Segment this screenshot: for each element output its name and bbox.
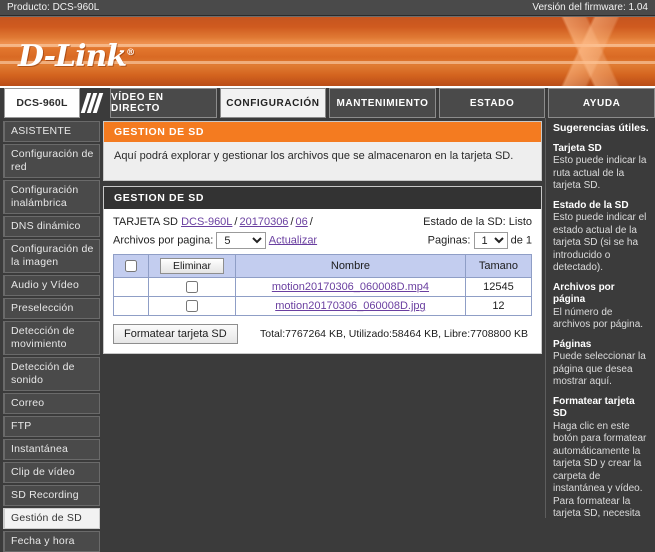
- sidebar-item-instantanea[interactable]: Instantánea: [3, 439, 100, 460]
- table-row: motion20170306_060008D.mp4 12545: [113, 276, 533, 298]
- model-badge: DCS-960L: [4, 88, 80, 118]
- sidebar-item-clip-de-video[interactable]: Clip de vídeo: [3, 462, 100, 483]
- breadcrumb-separator-3: /: [309, 216, 313, 228]
- tab-configuracion[interactable]: CONFIGURACIÓN: [219, 88, 327, 118]
- table-body: motion20170306_060008D.mp4 12545 motion2…: [113, 276, 533, 317]
- page-body: ASISTENTE Configuración de red Configura…: [0, 118, 655, 552]
- help-body-tarjeta-sd: Esto puede indicar la ruta actual de la …: [553, 155, 647, 191]
- select-all-checkbox[interactable]: [125, 260, 137, 273]
- sidebar-item-configuracion-inalambrica[interactable]: Configuración inalámbrica: [3, 180, 100, 214]
- pagination-row: Archivos por pagina: 5 Actualizar Pagina…: [113, 232, 532, 249]
- help-body-paginas: Puede seleccionar la página que desea mo…: [553, 351, 646, 387]
- sd-panel-title: GESTION DE SD: [104, 187, 541, 209]
- row-name-cell: motion20170306_060008D.mp4: [235, 276, 466, 298]
- table-header-row: Eliminar Nombre Tamano: [113, 254, 533, 278]
- sidebar-item-asistente[interactable]: ASISTENTE: [3, 121, 100, 142]
- sidebar-item-sd-recording[interactable]: SD Recording: [3, 485, 100, 506]
- sidebar-item-preseleccion[interactable]: Preselección: [3, 298, 100, 319]
- row-checkbox[interactable]: [186, 300, 198, 313]
- help-heading-tarjeta-sd: Tarjeta SD: [553, 142, 602, 154]
- sd-status-text: Estado de la SD: Listo: [423, 216, 532, 228]
- sidebar-item-deteccion-de-movimiento[interactable]: Detección de movimiento: [3, 321, 100, 355]
- size-header: Tamano: [464, 254, 533, 278]
- file-link[interactable]: motion20170306_060008D.mp4: [272, 281, 429, 293]
- slash-decoration-icon: [77, 88, 107, 118]
- sd-capacity-totals: Total:7767264 KB, Utilizado:58464 KB, Li…: [260, 328, 528, 341]
- row-checkbox-cell: [148, 276, 236, 298]
- tab-video-en-directo[interactable]: VÍDEO EN DIRECTO: [110, 88, 217, 118]
- row-size-cell: 12545: [464, 276, 533, 298]
- breadcrumb-link-hour[interactable]: 06: [296, 216, 308, 228]
- delete-header: Eliminar: [148, 254, 236, 278]
- help-body-estado-de-la-sd: Esto puede indicar el estado actual de l…: [553, 212, 647, 273]
- pages-group: Paginas: 1 de 1: [428, 232, 532, 249]
- sd-footer-row: Formatear tarjeta SD Total:7767264 KB, U…: [113, 324, 532, 345]
- intro-panel: GESTION DE SD Aquí podrá explorar y gest…: [103, 121, 542, 181]
- main-navigation: DCS-960L VÍDEO EN DIRECTO CONFIGURACIÓN …: [0, 88, 655, 118]
- intro-panel-title: GESTION DE SD: [104, 122, 541, 142]
- breadcrumb-separator-2: /: [290, 216, 294, 228]
- sd-management-panel: GESTION DE SD TARJETA SD DCS-960L/201703…: [103, 186, 542, 355]
- app-window: Producto: DCS-960L Versión del firmware:…: [0, 0, 655, 552]
- delete-button[interactable]: Eliminar: [160, 258, 224, 274]
- settings-sidebar: ASISTENTE Configuración de red Configura…: [0, 118, 100, 552]
- help-heading-estado-de-la-sd: Estado de la SD: [553, 199, 629, 211]
- sidebar-item-dns-dinamico[interactable]: DNS dinámico: [3, 216, 100, 237]
- brand-banner: D-Link®: [0, 16, 655, 88]
- breadcrumb-label: TARJETA SD: [113, 216, 178, 228]
- dlink-logo: D-Link®: [18, 39, 135, 74]
- sidebar-item-deteccion-de-sonido[interactable]: Detección de sonido: [3, 357, 100, 391]
- breadcrumb-link-date[interactable]: 20170306: [239, 216, 288, 228]
- banner-swoosh-graphic: [535, 17, 655, 86]
- row-name-cell: motion20170306_060008D.jpg: [235, 296, 466, 317]
- table-header: Eliminar Nombre Tamano: [113, 254, 533, 278]
- intro-panel-description: Aquí podrá explorar y gestionar los arch…: [104, 142, 541, 180]
- tab-estado[interactable]: ESTADO: [438, 88, 546, 118]
- help-body-formatear-tarjeta-sd: Haga clic en este botón para formatear a…: [553, 420, 647, 519]
- sidebar-item-audio-y-video[interactable]: Audio y Vídeo: [3, 275, 100, 296]
- breadcrumb-link-root[interactable]: DCS-960L: [181, 216, 232, 228]
- table-row: motion20170306_060008D.jpg 12: [113, 296, 533, 317]
- file-link[interactable]: motion20170306_060008D.jpg: [275, 300, 425, 312]
- help-heading-paginas: Páginas: [553, 338, 592, 350]
- sidebar-item-configuracion-de-red[interactable]: Configuración de red: [3, 144, 100, 178]
- sd-panel-body: TARJETA SD DCS-960L/20170306/06/ Estado …: [104, 209, 541, 354]
- main-content: GESTION DE SD Aquí podrá explorar y gest…: [100, 118, 545, 518]
- row-spacer-cell: [113, 296, 149, 317]
- page-select[interactable]: 1: [473, 232, 508, 249]
- product-label: Producto: DCS-960L: [7, 2, 100, 13]
- row-checkbox[interactable]: [186, 281, 198, 294]
- row-spacer-cell: [113, 276, 149, 298]
- help-heading-archivos-por-pagina: Archivos por página: [553, 281, 615, 306]
- helpful-hints-panel: Sugerencias útiles. Tarjeta SD Esto pued…: [545, 118, 655, 518]
- files-per-page-select[interactable]: 5: [216, 232, 267, 249]
- sidebar-item-fecha-y-hora[interactable]: Fecha y hora: [3, 531, 100, 552]
- tab-ayuda[interactable]: AYUDA: [548, 88, 655, 118]
- row-checkbox-cell: [148, 296, 236, 317]
- pages-total-suffix: de 1: [510, 234, 532, 247]
- files-per-page-label: Archivos por pagina:: [113, 234, 214, 247]
- select-all-header: [113, 254, 149, 278]
- files-per-page-group: Archivos por pagina: 5 Actualizar: [113, 232, 317, 249]
- name-header: Nombre: [235, 254, 466, 278]
- product-status-bar: Producto: DCS-960L Versión del firmware:…: [0, 0, 655, 16]
- sidebar-item-ftp[interactable]: FTP: [3, 416, 100, 437]
- format-sd-button[interactable]: Formatear tarjeta SD: [113, 324, 238, 345]
- row-size-cell: 12: [464, 296, 533, 317]
- trademark-symbol: ®: [126, 48, 135, 58]
- pages-label: Paginas:: [427, 234, 471, 247]
- sidebar-item-configuracion-de-la-imagen[interactable]: Configuración de la imagen: [3, 239, 100, 273]
- firmware-version-label: Versión del firmware: 1.04: [532, 2, 648, 13]
- help-body-archivos-por-pagina: El número de archivos por página.: [553, 306, 644, 331]
- breadcrumb: TARJETA SD DCS-960L/20170306/06/: [113, 216, 315, 228]
- help-panel-title: Sugerencias útiles.: [553, 122, 649, 134]
- sidebar-item-correo[interactable]: Correo: [3, 393, 100, 414]
- help-heading-formatear-tarjeta-sd: Formatear tarjeta SD: [553, 395, 635, 420]
- logo-text: D-Link: [18, 39, 127, 74]
- sd-file-table: Eliminar Nombre Tamano motion20170306_06…: [113, 254, 533, 317]
- refresh-link[interactable]: Actualizar: [269, 234, 317, 246]
- breadcrumb-row: TARJETA SD DCS-960L/20170306/06/ Estado …: [113, 216, 532, 228]
- tab-mantenimiento[interactable]: MANTENIMIENTO: [329, 88, 436, 118]
